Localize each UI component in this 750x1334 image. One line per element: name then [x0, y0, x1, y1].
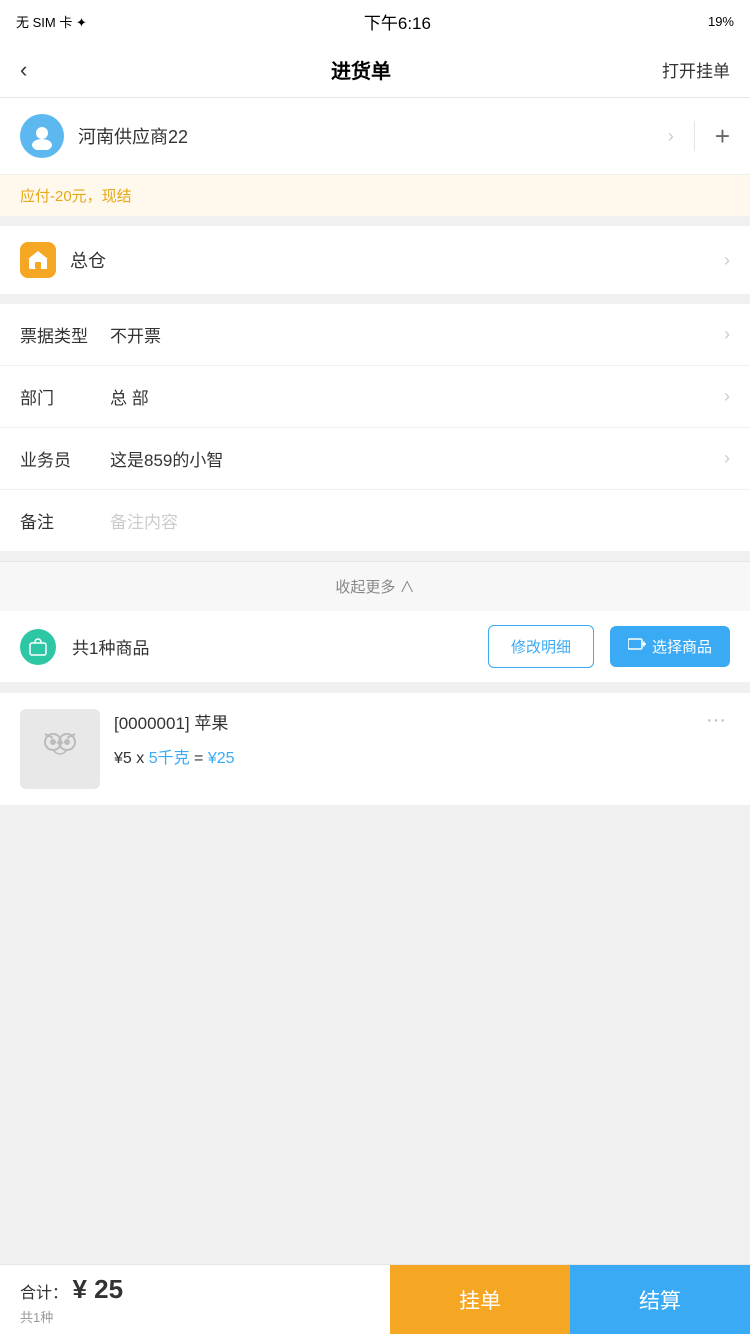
collapse-bar[interactable]: 收起更多 ∧	[0, 561, 750, 611]
dept-value: 总 部	[110, 384, 724, 409]
select-product-icon	[628, 637, 646, 657]
invoice-chevron-icon: ›	[724, 324, 730, 345]
total-highlight: ¥25	[208, 750, 235, 767]
product-more-button[interactable]: ···	[702, 709, 730, 732]
product-icon	[20, 629, 56, 665]
status-left: 无 SIM 卡 ✦	[16, 12, 87, 31]
total-count: 共1种	[20, 1307, 370, 1326]
add-button[interactable]: +	[715, 121, 730, 152]
edit-detail-button[interactable]: 修改明细	[488, 625, 594, 668]
open-hang-button[interactable]: 打开挂单	[662, 57, 730, 82]
supplier-avatar	[20, 114, 64, 158]
warehouse-card: 总仓 ›	[0, 226, 750, 294]
select-product-label: 选择商品	[652, 636, 712, 657]
remark-placeholder[interactable]: 备注内容	[110, 508, 730, 533]
form-card: 票据类型 不开票 › 部门 总 部 › 业务员 这是859的小智 › 备注 备注…	[0, 304, 750, 551]
product-name: [0000001] 苹果	[114, 709, 688, 734]
total-amount: ¥ 25	[72, 1274, 123, 1304]
status-time: 下午6:16	[364, 9, 431, 34]
status-bar: 无 SIM 卡 ✦ 下午6:16 19%	[0, 0, 750, 42]
qty-highlight: 5千克	[149, 750, 190, 767]
supplier-card: 河南供应商22 › + 应付-20元，现结	[0, 98, 750, 216]
sales-value: 这是859的小智	[110, 446, 724, 471]
total-label-amount: 合计： ¥ 25	[20, 1274, 370, 1305]
supplier-name: 河南供应商22	[78, 123, 668, 149]
dept-chevron-icon: ›	[724, 386, 730, 407]
product-count: 共1种商品	[72, 634, 472, 659]
remark-label: 备注	[20, 508, 110, 533]
invoice-label: 票据类型	[20, 322, 110, 347]
product-header: 共1种商品 修改明细 选择商品	[0, 611, 750, 683]
equals-text: =	[190, 750, 208, 767]
remark-row[interactable]: 备注 备注内容	[0, 490, 750, 551]
sales-label: 业务员	[20, 446, 110, 471]
divider	[694, 121, 695, 151]
product-thumbnail	[20, 709, 100, 789]
total-label: 合计：	[20, 1285, 68, 1302]
invoice-value: 不开票	[110, 322, 724, 347]
dept-row[interactable]: 部门 总 部 ›	[0, 366, 750, 428]
invoice-type-row[interactable]: 票据类型 不开票 ›	[0, 304, 750, 366]
price-text: ¥5 x	[114, 750, 149, 767]
back-button[interactable]: ‹	[20, 57, 60, 83]
bottom-bar: 合计： ¥ 25 共1种 挂单 结算	[0, 1264, 750, 1334]
select-product-button[interactable]: 选择商品	[610, 626, 730, 667]
supplier-chevron-icon: ›	[668, 126, 674, 147]
product-item: [0000001] 苹果 ¥5 x 5千克 = ¥25 ···	[0, 693, 750, 805]
sales-row[interactable]: 业务员 这是859的小智 ›	[0, 428, 750, 490]
supplier-right-actions: › +	[668, 121, 730, 152]
sales-chevron-icon: ›	[724, 448, 730, 469]
checkout-button[interactable]: 结算	[570, 1265, 750, 1334]
warehouse-icon	[20, 242, 56, 278]
warehouse-chevron-icon: ›	[724, 250, 730, 271]
product-info: [0000001] 苹果 ¥5 x 5千克 = ¥25	[114, 709, 688, 768]
main-content: 河南供应商22 › + 应付-20元，现结 总仓 › 票据类型	[0, 98, 750, 895]
status-right: 19%	[708, 14, 734, 29]
total-section: 合计： ¥ 25 共1种	[0, 1274, 390, 1326]
nav-bar: ‹ 进货单 打开挂单	[0, 42, 750, 98]
warehouse-name: 总仓	[70, 247, 724, 273]
hang-button[interactable]: 挂单	[390, 1265, 570, 1334]
product-thumb-icon	[35, 720, 85, 778]
product-price: ¥5 x 5千克 = ¥25	[114, 744, 688, 768]
warehouse-row[interactable]: 总仓 ›	[0, 226, 750, 294]
dept-label: 部门	[20, 384, 110, 409]
warning-bar: 应付-20元，现结	[0, 175, 750, 216]
page-title: 进货单	[331, 55, 391, 84]
supplier-row[interactable]: 河南供应商22 › +	[0, 98, 750, 175]
